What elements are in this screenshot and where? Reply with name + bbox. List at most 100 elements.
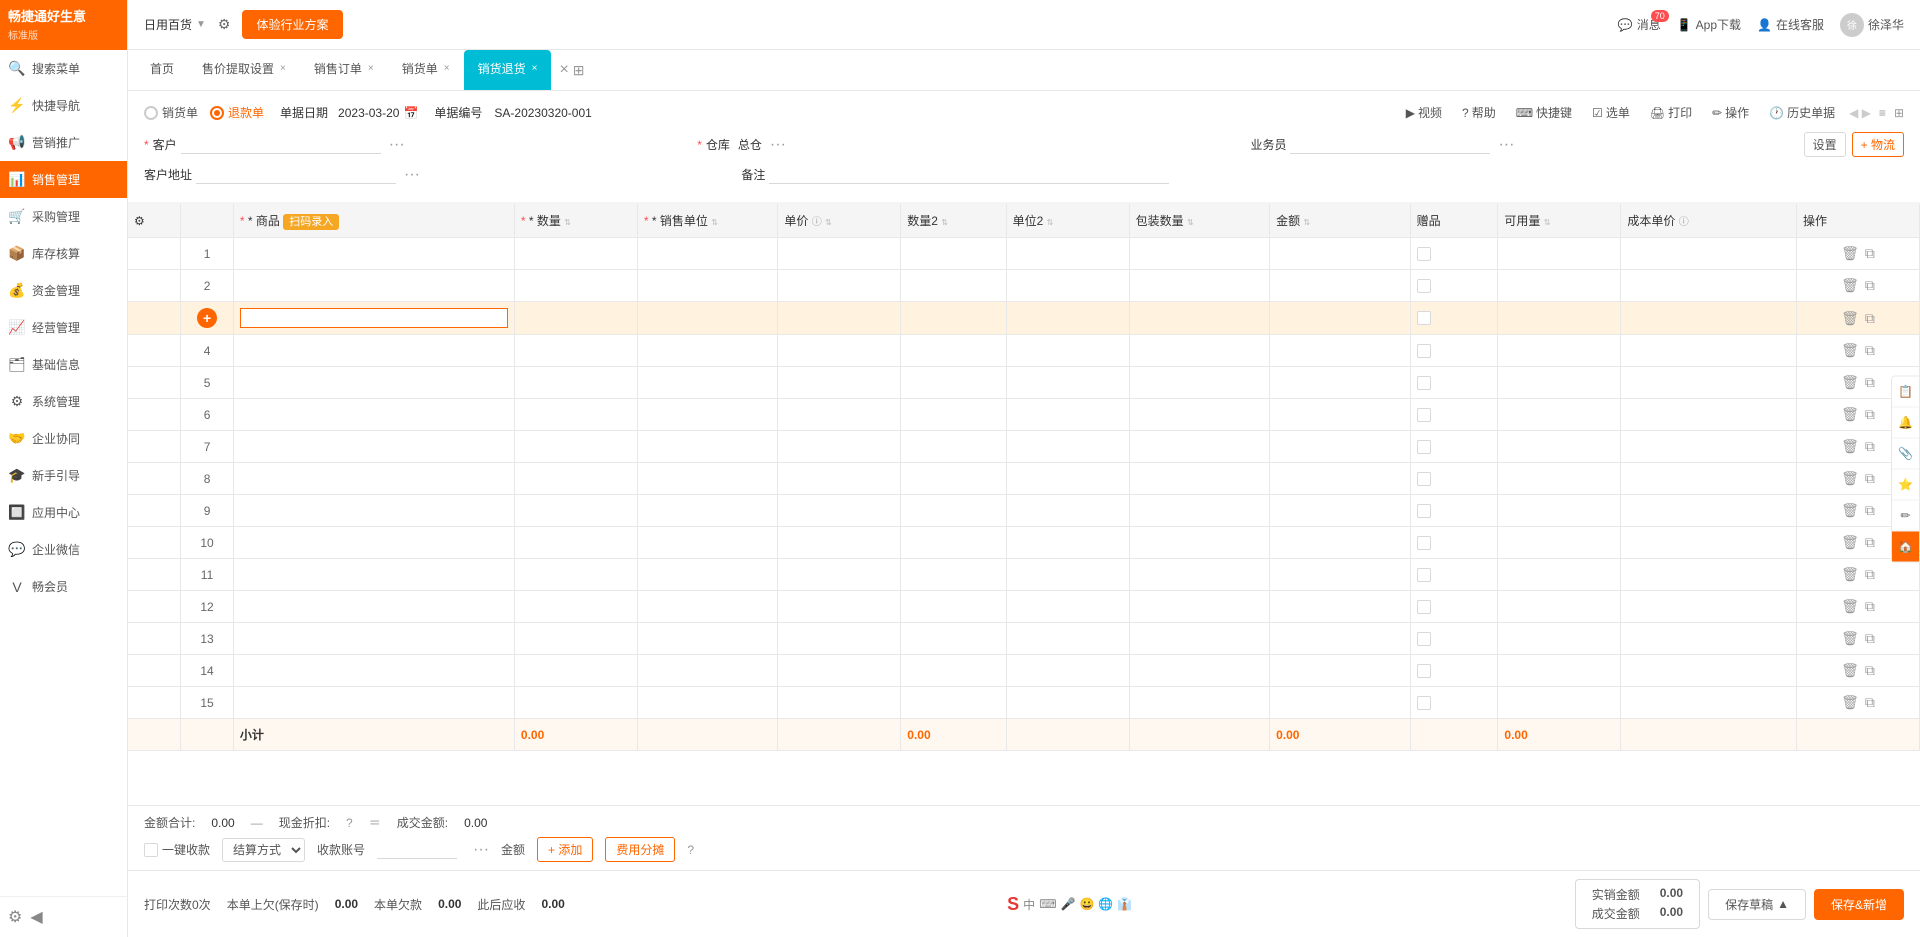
tab-sales-order-close[interactable]: ×	[368, 63, 374, 74]
delete-row-icon[interactable]: 🗑	[1841, 662, 1859, 679]
right-panel-attach[interactable]: 📎	[1892, 438, 1919, 469]
tab-home[interactable]: 首页	[136, 50, 188, 90]
row-product[interactable]	[233, 302, 514, 335]
gear-header-icon[interactable]: ⚙	[134, 214, 145, 228]
add-logistics-button[interactable]: + 物流	[1852, 132, 1904, 157]
salesperson-input[interactable]	[1290, 135, 1490, 154]
copy-row-icon[interactable]: ⧉	[1865, 502, 1875, 519]
delete-row-icon[interactable]: 🗑	[1841, 342, 1859, 359]
unit2-sort-icon[interactable]: ⇅	[1047, 218, 1054, 227]
row-product[interactable]	[233, 559, 514, 591]
sidebar-item-guide[interactable]: 🎓 新手引导	[0, 457, 127, 494]
gift-checkbox[interactable]	[1417, 376, 1431, 390]
copy-row-icon[interactable]: ⧉	[1865, 342, 1875, 359]
user-profile[interactable]: 徐 徐泽华	[1840, 13, 1904, 37]
salesperson-dots[interactable]: ···	[1498, 136, 1514, 154]
gift-checkbox[interactable]	[1417, 536, 1431, 550]
sidebar-item-finance[interactable]: 💰 资金管理	[0, 272, 127, 309]
row-product[interactable]	[233, 687, 514, 719]
app-download-button[interactable]: 📱 App下载	[1677, 16, 1741, 33]
avail-sort-icon[interactable]: ⇅	[1544, 218, 1551, 227]
remark-input[interactable]	[769, 165, 1169, 184]
tab-price-extract-close[interactable]: ×	[280, 63, 286, 74]
delete-row-icon[interactable]: 🗑	[1841, 694, 1859, 711]
shortcuts-btn[interactable]: ⌨ 快捷键	[1510, 101, 1578, 124]
tab-sales-return[interactable]: 销货退货 ×	[464, 50, 552, 90]
copy-row-icon[interactable]: ⧉	[1865, 406, 1875, 423]
history-btn[interactable]: 🕐 历史单据	[1763, 101, 1841, 124]
gift-checkbox[interactable]	[1417, 344, 1431, 358]
sidebar-item-sales[interactable]: 📊 销售管理	[0, 161, 127, 198]
date-value[interactable]: 2023-03-20	[338, 106, 399, 120]
sidebar-item-appcenter[interactable]: 🔲 应用中心	[0, 494, 127, 531]
sidebar-item-system[interactable]: ⚙ 系统管理	[0, 383, 127, 420]
scan-button[interactable]: 扫码录入	[283, 214, 339, 230]
row-product[interactable]	[233, 623, 514, 655]
row-product[interactable]	[233, 591, 514, 623]
sidebar-item-purchase[interactable]: 🛒 采购管理	[0, 198, 127, 235]
row-product[interactable]	[233, 463, 514, 495]
tshirt-icon[interactable]: 👔	[1117, 897, 1132, 911]
gift-checkbox[interactable]	[1417, 311, 1431, 325]
tab-price-extract[interactable]: 售价提取设置 ×	[188, 50, 300, 90]
select-btn[interactable]: ☑ 选单	[1586, 101, 1636, 124]
price-info-icon[interactable]: ⓘ	[812, 217, 822, 228]
gift-checkbox[interactable]	[1417, 472, 1431, 486]
sidebar-item-operations[interactable]: 📈 经营管理	[0, 309, 127, 346]
gift-checkbox[interactable]	[1417, 664, 1431, 678]
row-product[interactable]	[233, 527, 514, 559]
row-product[interactable]	[233, 495, 514, 527]
gift-checkbox[interactable]	[1417, 632, 1431, 646]
delete-row-icon[interactable]: 🗑	[1841, 470, 1859, 487]
settings-button[interactable]: 设置	[1804, 132, 1846, 157]
right-panel-notes[interactable]: 📋	[1892, 376, 1919, 407]
delete-row-icon[interactable]: 🗑	[1841, 277, 1859, 294]
print-btn[interactable]: 🖨 打印	[1644, 101, 1698, 124]
delete-row-icon[interactable]: 🗑	[1841, 310, 1859, 327]
copy-row-icon[interactable]: ⧉	[1865, 310, 1875, 327]
sidebar-item-marketing[interactable]: 📢 营销推广	[0, 124, 127, 161]
video-btn[interactable]: ▶ 视频	[1400, 101, 1448, 124]
qty-sort-icon[interactable]: ⇅	[564, 218, 571, 227]
copy-row-icon[interactable]: ⧉	[1865, 534, 1875, 551]
gift-checkbox[interactable]	[1417, 600, 1431, 614]
delete-row-icon[interactable]: 🗑	[1841, 566, 1859, 583]
copy-row-icon[interactable]: ⧉	[1865, 566, 1875, 583]
expense-help-icon[interactable]: ?	[687, 843, 694, 857]
delete-row-icon[interactable]: 🗑	[1841, 245, 1859, 262]
sidebar-item-quicknav[interactable]: ⚡ 快捷导航	[0, 87, 127, 124]
address-input[interactable]	[196, 165, 396, 184]
gift-checkbox[interactable]	[1417, 440, 1431, 454]
translate-icon[interactable]: 🌐	[1098, 897, 1113, 911]
account-dots[interactable]: ···	[473, 841, 489, 859]
right-panel-notify[interactable]: 🔔	[1892, 407, 1919, 438]
radio-sales-invoice[interactable]: 销货单	[144, 104, 198, 121]
customer-dots[interactable]: ···	[389, 136, 405, 154]
right-panel-home[interactable]: 🏠	[1892, 531, 1919, 561]
industry-dropdown[interactable]: 日用百货 ▼	[144, 16, 206, 33]
tab-sales-invoice-close[interactable]: ×	[444, 63, 450, 74]
online-service-button[interactable]: 👤 在线客服	[1757, 16, 1824, 33]
gift-checkbox[interactable]	[1417, 279, 1431, 293]
list-view-icon[interactable]: ≡	[1879, 106, 1886, 120]
price-sort-icon[interactable]: ⇅	[825, 218, 832, 227]
tab-sales-order[interactable]: 销售订单 ×	[300, 50, 388, 90]
topbar-gear-icon[interactable]: ⚙	[218, 16, 231, 33]
gift-checkbox[interactable]	[1417, 504, 1431, 518]
tab-sales-invoice[interactable]: 销货单 ×	[388, 50, 464, 90]
maximize-icon[interactable]: ⊞	[569, 62, 589, 79]
copy-row-icon[interactable]: ⧉	[1865, 374, 1875, 391]
gift-checkbox[interactable]	[1417, 696, 1431, 710]
delete-row-icon[interactable]: 🗑	[1841, 406, 1859, 423]
gift-checkbox[interactable]	[1417, 568, 1431, 582]
sidebar-item-member[interactable]: V 畅会员	[0, 568, 127, 605]
discount-help-icon[interactable]: ?	[346, 816, 353, 830]
copy-row-icon[interactable]: ⧉	[1865, 630, 1875, 647]
gift-checkbox[interactable]	[1417, 408, 1431, 422]
row-product[interactable]	[233, 270, 514, 302]
row-product[interactable]	[233, 335, 514, 367]
experience-btn[interactable]: 体验行业方案	[242, 10, 342, 39]
save-new-button[interactable]: 保存&新增	[1814, 889, 1904, 920]
message-button[interactable]: 💬 消息 70	[1618, 16, 1661, 33]
right-panel-edit[interactable]: ✏	[1892, 500, 1919, 531]
